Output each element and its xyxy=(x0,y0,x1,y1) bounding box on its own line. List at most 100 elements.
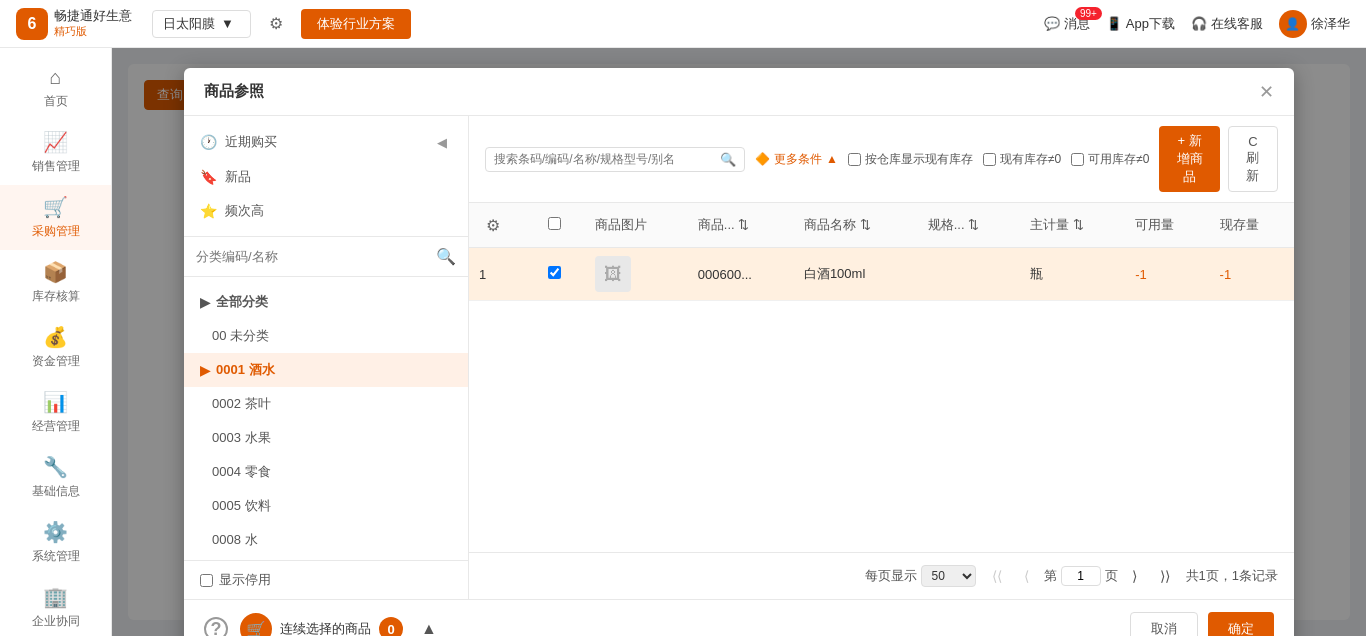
collapse-icon[interactable]: ◀ xyxy=(432,132,452,152)
cart-icon: 🛒 xyxy=(240,613,272,636)
add-product-btn[interactable]: + 新增商品 xyxy=(1159,126,1220,192)
modal-footer: ? 🛒 连续选择的商品 0 ▲ 取消 确定 xyxy=(184,599,1294,636)
tab-frequent-label: 频次高 xyxy=(225,202,264,220)
page-input[interactable] xyxy=(1061,566,1101,586)
row-checkbox xyxy=(538,248,585,301)
checkbox-stock-nonzero[interactable]: 现有库存≠0 xyxy=(983,151,1061,168)
sidebar-item-sales[interactable]: 📈 销售管理 xyxy=(0,120,111,185)
cart-area[interactable]: 🛒 连续选择的商品 0 xyxy=(240,613,403,636)
enterprise-icon: 🏢 xyxy=(43,585,68,609)
sort-code-icon: ⇅ xyxy=(738,217,749,232)
sidebar-label-sales: 销售管理 xyxy=(32,158,80,175)
category-item-0001[interactable]: ▶ 0001 酒水 xyxy=(184,353,468,387)
th-code[interactable]: 商品... ⇅ xyxy=(688,203,794,248)
table-row[interactable]: 1 🖼 000600... xyxy=(469,248,1294,301)
more-filter-btn[interactable]: 🔶 更多条件 ▲ xyxy=(755,151,838,168)
sidebar-item-basic[interactable]: 🔧 基础信息 xyxy=(0,445,111,510)
avatar: 👤 xyxy=(1279,10,1307,38)
th-unit[interactable]: 主计量 ⇅ xyxy=(1020,203,1125,248)
category-item-0004[interactable]: 0004 零食 xyxy=(184,455,468,489)
tab-recent[interactable]: 🕐 近期购买 ◀ xyxy=(184,124,468,160)
modal-header: 商品参照 ✕ xyxy=(184,68,1294,116)
th-stock: 现存量 xyxy=(1210,203,1294,248)
experience-btn[interactable]: 体验行业方案 xyxy=(301,9,411,39)
basic-icon: 🔧 xyxy=(43,455,68,479)
table-area: ⚙ 商品图片 商品... ⇅ xyxy=(469,203,1294,552)
modal-title: 商品参照 xyxy=(204,82,264,101)
confirm-button[interactable]: 确定 xyxy=(1208,612,1274,636)
category-item-0002[interactable]: 0002 茶叶 xyxy=(184,387,468,421)
settings-icon[interactable]: ⚙ xyxy=(261,9,291,39)
sidebar-item-home[interactable]: ⌂ 首页 xyxy=(0,56,111,120)
checkbox-available-nonzero[interactable]: 可用库存≠0 xyxy=(1071,151,1149,168)
app-download-item[interactable]: 📱 App下载 xyxy=(1106,15,1175,33)
messages-item[interactable]: 💬 消息 99+ xyxy=(1044,15,1090,33)
category-item-0003[interactable]: 0003 水果 xyxy=(184,421,468,455)
sidebar-item-purchase[interactable]: 🛒 采购管理 xyxy=(0,185,111,250)
last-page-btn[interactable]: ⟩⟩ xyxy=(1152,563,1178,589)
cart-count: 0 xyxy=(379,617,403,636)
page-size-select: 每页显示 50 10 20 100 xyxy=(865,565,976,587)
th-image: 商品图片 xyxy=(585,203,688,248)
tab-new-label: 新品 xyxy=(225,168,251,186)
category-item-all[interactable]: ▶ 全部分类 xyxy=(184,285,468,319)
next-page-btn[interactable]: ⟩ xyxy=(1122,563,1148,589)
footer-buttons: 取消 确定 xyxy=(1130,612,1274,636)
close-icon[interactable]: ✕ xyxy=(1259,83,1274,101)
category-list: ▶ 全部分类 00 未分类 ▶ 0001 酒水 0002 茶叶 xyxy=(184,277,468,560)
cart-label: 连续选择的商品 xyxy=(280,620,371,636)
sidebar-label-basic: 基础信息 xyxy=(32,483,80,500)
checkbox-warehouse-input[interactable] xyxy=(848,153,861,166)
select-all-checkbox[interactable] xyxy=(548,217,561,230)
filter-icon: 🔶 xyxy=(755,152,770,166)
sidebar-item-operations[interactable]: 📊 经营管理 xyxy=(0,380,111,445)
tab-frequent[interactable]: ⭐ 频次高 xyxy=(184,194,468,228)
help-icon[interactable]: ? xyxy=(204,617,228,636)
prev-page-btn[interactable]: ⟨ xyxy=(1014,563,1040,589)
sidebar-item-system[interactable]: ⚙️ 系统管理 xyxy=(0,510,111,575)
row-select-checkbox[interactable] xyxy=(548,266,561,279)
search-icon[interactable]: 🔍 xyxy=(720,152,736,167)
sidebar-item-inventory[interactable]: 📦 库存核算 xyxy=(0,250,111,315)
product-search-input[interactable] xyxy=(494,152,714,166)
page-size-dropdown[interactable]: 50 10 20 100 xyxy=(921,565,976,587)
checkbox-available-nonzero-input[interactable] xyxy=(1071,153,1084,166)
clock-icon: 🕐 xyxy=(200,134,217,150)
user-item[interactable]: 👤 徐泽华 xyxy=(1279,10,1350,38)
sidebar-item-enterprise[interactable]: 🏢 企业协同 xyxy=(0,575,111,636)
expand-icon: ▶ xyxy=(200,295,210,310)
category-0003-label: 0003 水果 xyxy=(212,430,271,445)
th-name[interactable]: 商品名称 ⇅ xyxy=(794,203,918,248)
product-table: ⚙ 商品图片 商品... ⇅ xyxy=(469,203,1294,301)
checkbox-warehouse[interactable]: 按仓库显示现有库存 xyxy=(848,151,973,168)
category-search-input[interactable] xyxy=(196,249,428,264)
show-disabled-checkbox[interactable] xyxy=(200,574,213,587)
sidebar-item-finance[interactable]: 💰 资金管理 xyxy=(0,315,111,380)
th-spec[interactable]: 规格... ⇅ xyxy=(918,203,1020,248)
category-0005-label: 0005 饮料 xyxy=(212,498,271,513)
first-page-btn[interactable]: ⟨⟨ xyxy=(984,563,1010,589)
category-item-0008[interactable]: 0008 水 xyxy=(184,523,468,557)
checkbox-stock-nonzero-input[interactable] xyxy=(983,153,996,166)
row-index: 1 xyxy=(469,248,538,301)
sidebar-label-operations: 经营管理 xyxy=(32,418,80,435)
inventory-icon: 📦 xyxy=(43,260,68,284)
tab-new[interactable]: 🔖 新品 xyxy=(184,160,468,194)
category-search-icon[interactable]: 🔍 xyxy=(436,247,456,266)
sort-spec-icon: ⇅ xyxy=(968,217,979,232)
cancel-button[interactable]: 取消 xyxy=(1130,612,1198,636)
category-item-00[interactable]: 00 未分类 xyxy=(184,319,468,353)
table-toolbar: 🔍 🔶 更多条件 ▲ 按仓库显示现有库存 xyxy=(469,116,1294,203)
service-item[interactable]: 🎧 在线客服 xyxy=(1191,15,1263,33)
filter-label: 更多条件 xyxy=(774,151,822,168)
show-disabled-row: 显示停用 xyxy=(184,560,468,599)
fold-icon[interactable]: ▲ xyxy=(415,615,443,636)
company-dropdown[interactable]: 日太阳膜 ▼ xyxy=(152,10,251,38)
page-size-label: 每页显示 xyxy=(865,567,917,585)
category-0004-label: 0004 零食 xyxy=(212,464,271,479)
column-settings-icon[interactable]: ⚙ xyxy=(479,211,507,239)
th-checkbox xyxy=(538,203,585,248)
sidebar-label-system: 系统管理 xyxy=(32,548,80,565)
refresh-btn[interactable]: C 刷新 xyxy=(1228,126,1278,192)
category-item-0005[interactable]: 0005 饮料 xyxy=(184,489,468,523)
